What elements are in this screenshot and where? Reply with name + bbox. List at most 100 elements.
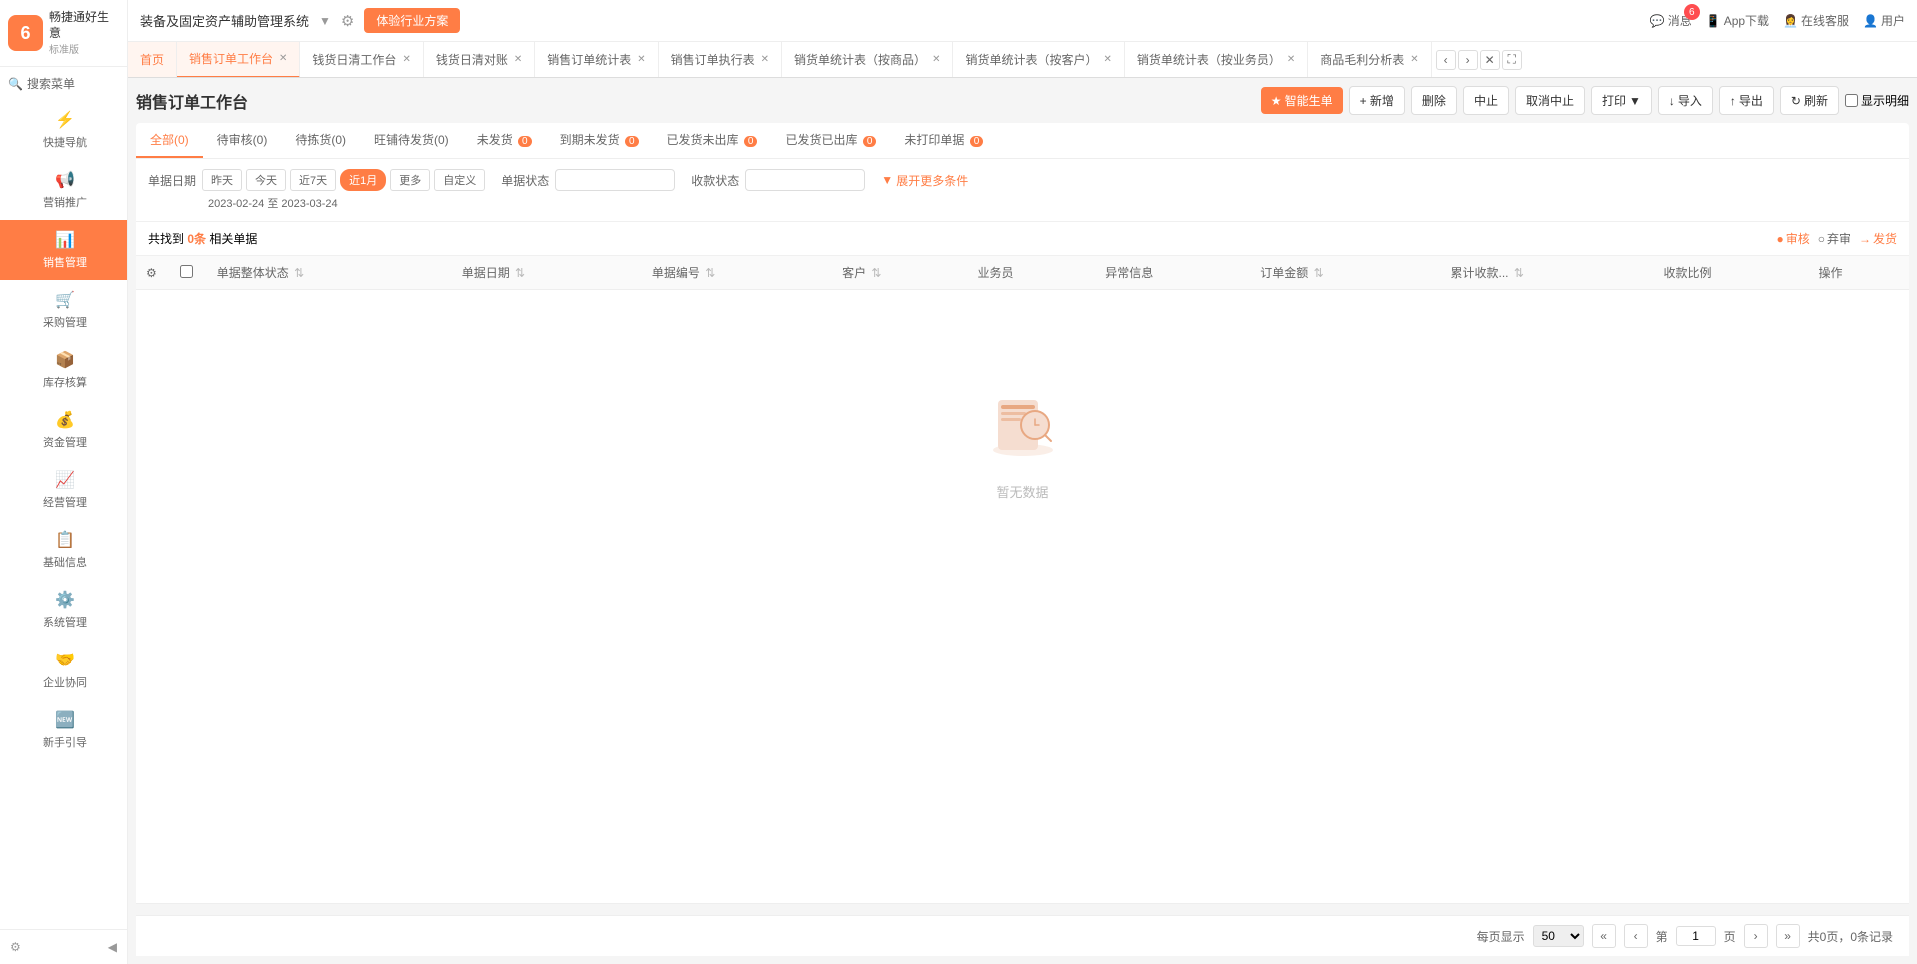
date-btn-today[interactable]: 今天 <box>246 169 286 191</box>
tab-cash-account[interactable]: 钱货日清对账 ✕ <box>424 42 535 78</box>
sub-tab-pending-inspect[interactable]: 待拣货(0) <box>281 123 360 158</box>
payment-select[interactable] <box>745 169 865 191</box>
quick-icon: ⚡ <box>55 110 75 130</box>
tab-sales-workbench-close[interactable]: ✕ <box>279 53 287 64</box>
sub-tab-shipped-not-out[interactable]: 已发货未出库 0 <box>653 123 772 158</box>
date-btn-custom[interactable]: 自定义 <box>434 169 485 191</box>
tab-gross-margin[interactable]: 商品毛利分析表 ✕ <box>1308 42 1431 78</box>
date-btn-7days[interactable]: 近7天 <box>290 169 336 191</box>
next-page-btn[interactable]: › <box>1744 924 1768 948</box>
sidebar-item-basic[interactable]: 📋 基础信息 <box>0 520 127 580</box>
sidebar-item-marketing[interactable]: 📢 营销推广 <box>0 160 127 220</box>
finance-label: 资金管理 <box>43 434 87 450</box>
collapse-button[interactable]: ◀ <box>108 940 117 954</box>
sidebar-item-operation[interactable]: 📈 经营管理 <box>0 460 127 520</box>
cancel-stop-button[interactable]: 取消中止 <box>1515 86 1585 115</box>
header-dropdown-icon[interactable]: ▼ <box>319 14 331 28</box>
tab-fullscreen-btn[interactable]: ⛶ <box>1502 50 1522 70</box>
tab-sales-sum-customer[interactable]: 销货单统计表（按客户） ✕ <box>953 42 1124 78</box>
sort-icon-amount[interactable]: ⇅ <box>1314 266 1324 280</box>
system-label: 系统管理 <box>43 614 87 630</box>
sidebar-search[interactable]: 🔍 搜索菜单 <box>0 67 127 100</box>
tab-sales-sum-product[interactable]: 销货单统计表（按商品） ✕ <box>782 42 953 78</box>
ship-btn[interactable]: → 发货 <box>1859 230 1897 247</box>
user-item[interactable]: 👤 用户 <box>1863 12 1905 29</box>
tab-sales-exec-close[interactable]: ✕ <box>761 54 769 65</box>
status-select[interactable] <box>555 169 675 191</box>
refresh-button[interactable]: ↻ 刷新 <box>1780 86 1839 115</box>
sub-tab-pending-audit[interactable]: 待审核(0) <box>203 123 282 158</box>
sort-icon-number[interactable]: ⇅ <box>705 266 715 280</box>
trial-button[interactable]: 体验行业方案 <box>364 8 460 33</box>
sidebar-item-finance[interactable]: 💰 资金管理 <box>0 400 127 460</box>
service-item[interactable]: 👩‍💼 在线客服 <box>1783 12 1849 29</box>
tab-cash-daily[interactable]: 钱货日清工作台 ✕ <box>300 42 423 78</box>
tab-home[interactable]: 首页 <box>128 42 177 78</box>
app-download-item[interactable]: 📱 App下载 <box>1706 12 1769 29</box>
sub-tab-wangpu[interactable]: 旺铺待发货(0) <box>360 123 463 158</box>
sub-tab-not-shipped[interactable]: 未发货 0 <box>463 123 546 158</box>
tab-sales-sum-product-close[interactable]: ✕ <box>932 54 940 65</box>
sidebar-item-purchase[interactable]: 🛒 采购管理 <box>0 280 127 340</box>
tab-cash-daily-close[interactable]: ✕ <box>402 54 410 65</box>
prev-page-btn[interactable]: ‹ <box>1624 924 1648 948</box>
settings-icon[interactable]: ⚙ <box>341 12 354 30</box>
delete-button[interactable]: 删除 <box>1411 86 1457 115</box>
expand-filter-btn[interactable]: ▼ 展开更多条件 <box>881 172 968 189</box>
page-input[interactable] <box>1676 926 1716 946</box>
sub-tab-not-printed[interactable]: 未打印单据 0 <box>890 123 997 158</box>
not-shipped-badge: 0 <box>518 136 532 147</box>
tab-close-all-btn[interactable]: ✕ <box>1480 50 1500 70</box>
sidebar-item-quick[interactable]: ⚡ 快捷导航 <box>0 100 127 160</box>
select-all-checkbox[interactable] <box>180 265 193 278</box>
sub-tab-shipped-out[interactable]: 已发货已出库 0 <box>771 123 890 158</box>
sidebar-item-guide[interactable]: 🆕 新手引导 <box>0 700 127 760</box>
corp-label: 企业协同 <box>43 674 87 690</box>
cancel-audit-btn[interactable]: ○ 弃审 <box>1818 230 1851 247</box>
sub-tab-all[interactable]: 全部(0) <box>136 123 203 158</box>
print-button[interactable]: 打印 ▼ <box>1591 86 1652 115</box>
tab-gross-margin-close[interactable]: ✕ <box>1410 54 1418 65</box>
tab-sales-sum-staff-close[interactable]: ✕ <box>1287 54 1295 65</box>
date-btn-1month[interactable]: 近1月 <box>340 169 386 191</box>
sub-tab-overdue[interactable]: 到期未发货 0 <box>546 123 653 158</box>
first-page-btn[interactable]: « <box>1592 924 1616 948</box>
sort-icon-collected[interactable]: ⇅ <box>1514 266 1524 280</box>
sub-tab-wangpu-label: 旺铺待发货(0) <box>374 133 449 147</box>
sidebar-item-corp[interactable]: 🤝 企业协同 <box>0 640 127 700</box>
stop-button[interactable]: 中止 <box>1463 86 1509 115</box>
empty-text: 暂无数据 <box>996 482 1048 501</box>
sidebar-item-system[interactable]: ⚙️ 系统管理 <box>0 580 127 640</box>
show-detail-checkbox[interactable] <box>1845 94 1858 107</box>
add-button[interactable]: + 新增 <box>1349 86 1405 115</box>
tab-sales-workbench[interactable]: 销售订单工作台 ✕ <box>177 42 300 78</box>
sort-icon-customer[interactable]: ⇅ <box>871 266 881 280</box>
sidebar-item-inventory[interactable]: 📦 库存核算 <box>0 340 127 400</box>
last-page-btn[interactable]: » <box>1776 924 1800 948</box>
tab-sales-exec[interactable]: 销售订单执行表 ✕ <box>659 42 782 78</box>
th-checkbox[interactable] <box>167 256 207 290</box>
tab-sales-stats-close[interactable]: ✕ <box>637 54 645 65</box>
tab-prev-btn[interactable]: ‹ <box>1436 50 1456 70</box>
export-button[interactable]: ↑ 导出 <box>1719 86 1774 115</box>
smart-generate-button[interactable]: ★ 智能生单 <box>1261 87 1343 114</box>
tab-sales-sum-staff[interactable]: 销货单统计表（按业务员） ✕ <box>1125 42 1308 78</box>
page-size-select[interactable]: 50 10 20 100 <box>1533 925 1584 947</box>
message-icon-item[interactable]: 💬 6 消息 <box>1650 12 1692 29</box>
sort-icon-date[interactable]: ⇅ <box>515 266 525 280</box>
expand-label: 展开更多条件 <box>896 172 968 189</box>
tab-sales-stats[interactable]: 销售订单统计表 ✕ <box>535 42 658 78</box>
import-button[interactable]: ↓ 导入 <box>1658 86 1713 115</box>
show-detail-label[interactable]: 显示明细 <box>1845 92 1909 109</box>
settings-button[interactable]: ⚙ <box>10 940 21 954</box>
horizontal-scrollbar[interactable] <box>136 903 1909 915</box>
tab-sales-sum-customer-close[interactable]: ✕ <box>1103 54 1111 65</box>
date-btn-more[interactable]: 更多 <box>390 169 430 191</box>
tab-next-btn[interactable]: › <box>1458 50 1478 70</box>
sidebar-item-sales[interactable]: 📊 销售管理 <box>0 220 127 280</box>
audit-btn[interactable]: ● 审核 <box>1776 230 1809 247</box>
tab-cash-account-close[interactable]: ✕ <box>514 54 522 65</box>
date-btn-yesterday[interactable]: 昨天 <box>202 169 242 191</box>
sort-icon-status[interactable]: ⇅ <box>294 266 304 280</box>
th-settings[interactable]: ⚙ <box>136 256 167 290</box>
